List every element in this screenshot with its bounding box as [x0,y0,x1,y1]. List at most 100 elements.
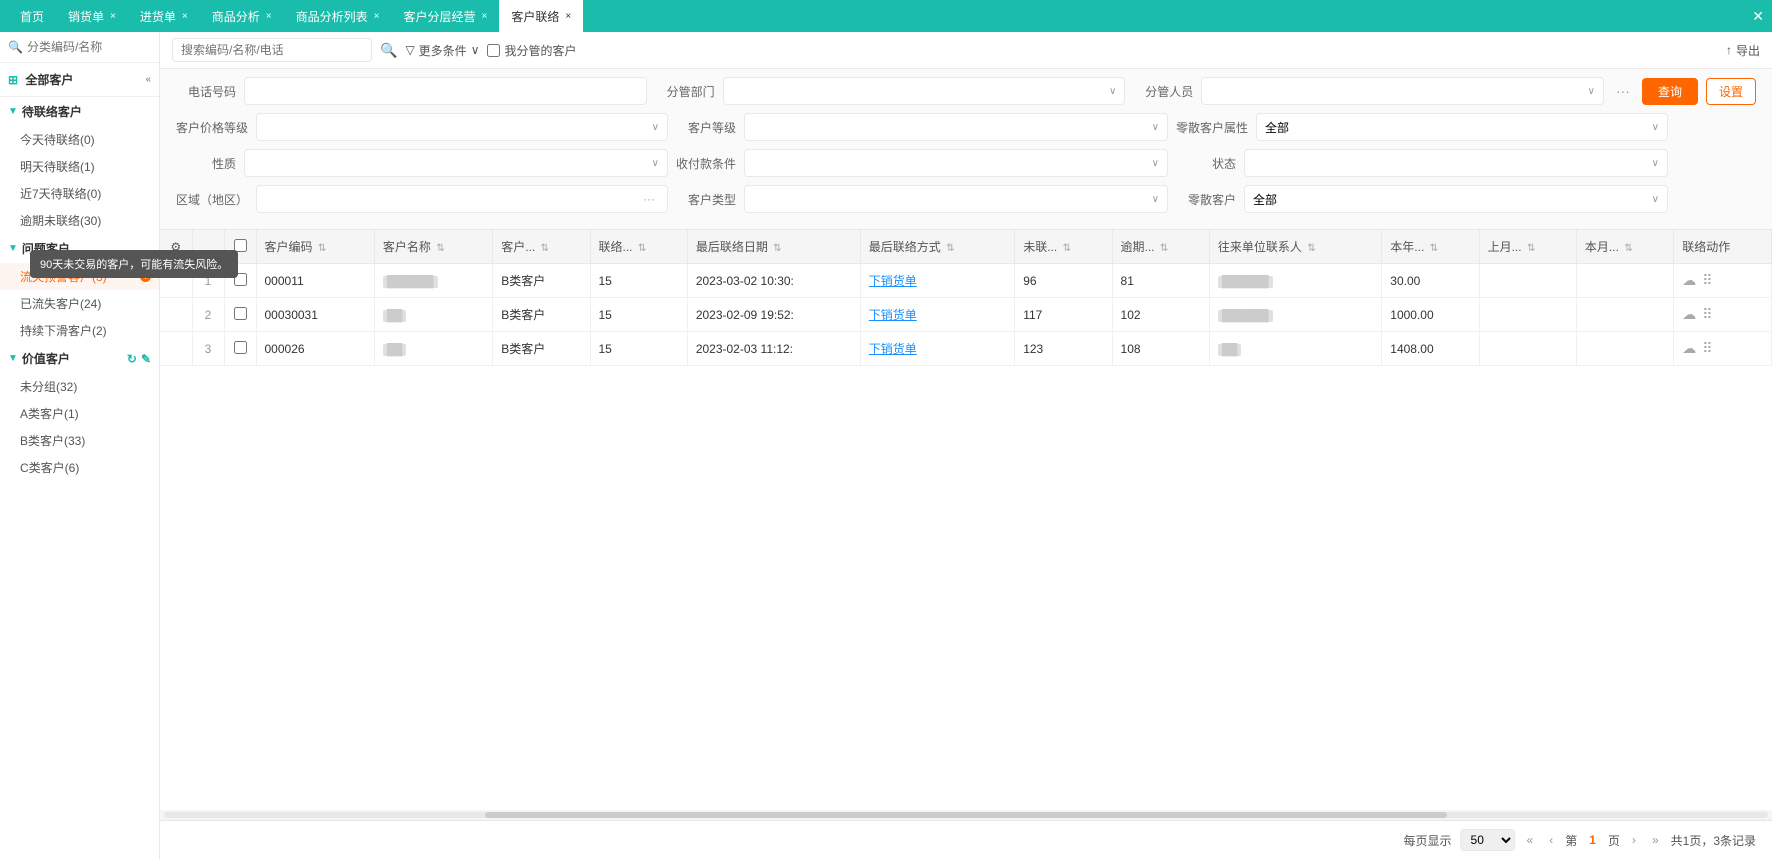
nav-tab-salesorder[interactable]: 销货单 × [56,0,128,32]
my-customers-checkbox-label[interactable]: 我分管的客户 [487,42,576,59]
row3-last-month [1479,332,1576,366]
col-last-contact-date[interactable]: 最后联络日期 ⇅ [687,230,860,264]
sidebar-item-tomorrow[interactable]: 明天待联络(1) [0,153,159,180]
row3-uncontacted: 123 [1015,332,1112,366]
more-options-icon[interactable]: ··· [1612,83,1634,99]
row2-more-icon[interactable]: ⠿ [1702,306,1712,323]
nav-tab-purchaseorder[interactable]: 进货单 × [128,0,200,32]
row1-contacts: 15 [590,264,687,298]
row2-checkbox[interactable] [224,298,256,332]
close-all-icon[interactable]: ✕ [1752,8,1764,25]
row2-way[interactable]: 下销货单 [860,298,1014,332]
my-customers-checkbox[interactable] [487,44,500,57]
close-purchaseorder-icon[interactable]: × [182,11,188,22]
sidebar-item-class-a[interactable]: A类客户(1) [0,400,159,427]
row1-type: B类客户 [493,264,590,298]
refresh-icon[interactable]: ↻ [127,352,137,366]
filter-select-dept[interactable]: ∨ [723,77,1126,105]
filter-select-price-tier[interactable]: ∨ [256,113,668,141]
sidebar-section-value[interactable]: ▼ 价值客户 ↻ ✎ [0,344,159,373]
query-button[interactable]: 查询 [1642,78,1698,105]
col-contacts[interactable]: 联络... ⇅ [590,230,687,264]
filter-search-button[interactable]: 🔍 [380,42,397,59]
filter-select-retail[interactable]: 全部 ∨ [1244,185,1668,213]
row3-settings [160,332,192,366]
sidebar-item-class-c[interactable]: C类客户(6) [0,454,159,481]
scrollbar-thumb[interactable] [485,812,1447,818]
next-page-button[interactable]: › [1628,833,1640,847]
col-last-month[interactable]: 上月... ⇅ [1479,230,1576,264]
filter-more-conditions-button[interactable]: ▽ 更多条件 ∨ [405,42,479,59]
filter-select-retail-attr[interactable]: 全部 ∨ [1256,113,1668,141]
filter-input-phone[interactable] [244,77,647,105]
col-last-contact-way[interactable]: 最后联络方式 ⇅ [860,230,1014,264]
export-icon: ↑ [1726,43,1732,57]
close-customer-tier-icon[interactable]: × [481,11,487,22]
row1-chat-icon[interactable]: ☁ [1682,272,1696,289]
filter-select-status[interactable]: ∨ [1244,149,1668,177]
last-page-button[interactable]: » [1648,833,1663,847]
row3-overdue: 108 [1112,332,1209,366]
nav-tab-analysis-list[interactable]: 商品分析列表 × [284,0,392,32]
filter-select-person[interactable]: ∨ [1201,77,1604,105]
chevron-down-icon: ∨ [471,43,480,57]
filter-select-nature[interactable]: ∨ [244,149,668,177]
filter-label-customer-type: 客户类型 [676,191,736,208]
sidebar-item-7days[interactable]: 近7天待联络(0) [0,180,159,207]
row3-more-icon[interactable]: ⠿ [1702,340,1712,357]
close-analysis-list-icon[interactable]: × [374,11,380,22]
sidebar-item-ungroup[interactable]: 未分组(32) [0,373,159,400]
sidebar-item-declining[interactable]: 持续下滑客户(2) [0,317,159,344]
scrollbar-track[interactable] [164,812,1768,818]
filter-select-customer-tier[interactable]: ∨ [744,113,1168,141]
filter-icon: ▽ [405,43,414,57]
table-footer: 每页显示 50 100 « ‹ 第 1 页 › » 共1页，3条记录 [160,820,1772,859]
sidebar-all-customers[interactable]: ⊞ 全部客户 « [0,63,159,97]
settings-button[interactable]: 设置 [1706,78,1756,105]
row3-chat-icon[interactable]: ☁ [1682,340,1696,357]
row1-uncontacted: 96 [1015,264,1112,298]
col-overdue[interactable]: 逾期... ⇅ [1112,230,1209,264]
nav-tab-customer-tier[interactable]: 客户分层经营 × [391,0,499,32]
col-customer-name[interactable]: 客户名称 ⇅ [374,230,492,264]
sidebar-item-overdue[interactable]: 逾期未联络(30) [0,207,159,234]
prev-page-button[interactable]: ‹ [1545,833,1557,847]
filter-select-payment[interactable]: ∨ [744,149,1168,177]
close-analysis-icon[interactable]: × [266,11,272,22]
region-dots-icon[interactable]: ··· [639,192,659,206]
col-this-year[interactable]: 本年... ⇅ [1382,230,1479,264]
col-uncontacted[interactable]: 未联... ⇅ [1015,230,1112,264]
sidebar-item-churned[interactable]: 已流失客户(24) [0,290,159,317]
filter-row-1: 电话号码 分管部门 ∨ 分管人员 ∨ [176,77,1756,105]
edit-icon[interactable]: ✎ [141,352,151,366]
filter-select-region[interactable]: ··· [256,185,668,213]
export-button[interactable]: ↑ 导出 [1726,42,1760,59]
close-customer-contact-icon[interactable]: × [565,11,571,22]
col-this-month[interactable]: 本月... ⇅ [1576,230,1673,264]
row3-way[interactable]: 下销货单 [860,332,1014,366]
sidebar-search-input[interactable] [27,40,151,54]
first-page-button[interactable]: « [1523,833,1538,847]
filter-select-customer-type[interactable]: ∨ [744,185,1168,213]
nav-tab-customer-contact[interactable]: 客户联络 × [499,0,583,32]
col-unit-contact[interactable]: 往来单位联系人 ⇅ [1209,230,1381,264]
horizontal-scrollbar[interactable] [160,810,1772,820]
row1-name: ██████ [374,264,492,298]
row2-select-checkbox[interactable] [234,307,247,320]
sidebar-section-pending[interactable]: ▼ 待联络客户 [0,97,159,126]
nav-home[interactable]: 首页 [8,8,56,25]
row1-way[interactable]: 下销货单 [860,264,1014,298]
filter-search-input[interactable] [172,38,372,62]
row1-more-icon[interactable]: ⠿ [1702,272,1712,289]
row3-checkbox[interactable] [224,332,256,366]
col-customer-code[interactable]: 客户编码 ⇅ [256,230,374,264]
row2-chat-icon[interactable]: ☁ [1682,306,1696,323]
nav-tab-analysis[interactable]: 商品分析 × [200,0,284,32]
row3-select-checkbox[interactable] [234,341,247,354]
close-salesorder-icon[interactable]: × [110,11,116,22]
page-size-select[interactable]: 50 100 [1460,829,1515,851]
col-customer-type[interactable]: 客户... ⇅ [493,230,590,264]
sidebar-item-today[interactable]: 今天待联络(0) [0,126,159,153]
sidebar-item-class-b[interactable]: B类客户(33) [0,427,159,454]
sort-last-month-icon: ⇅ [1527,243,1535,254]
